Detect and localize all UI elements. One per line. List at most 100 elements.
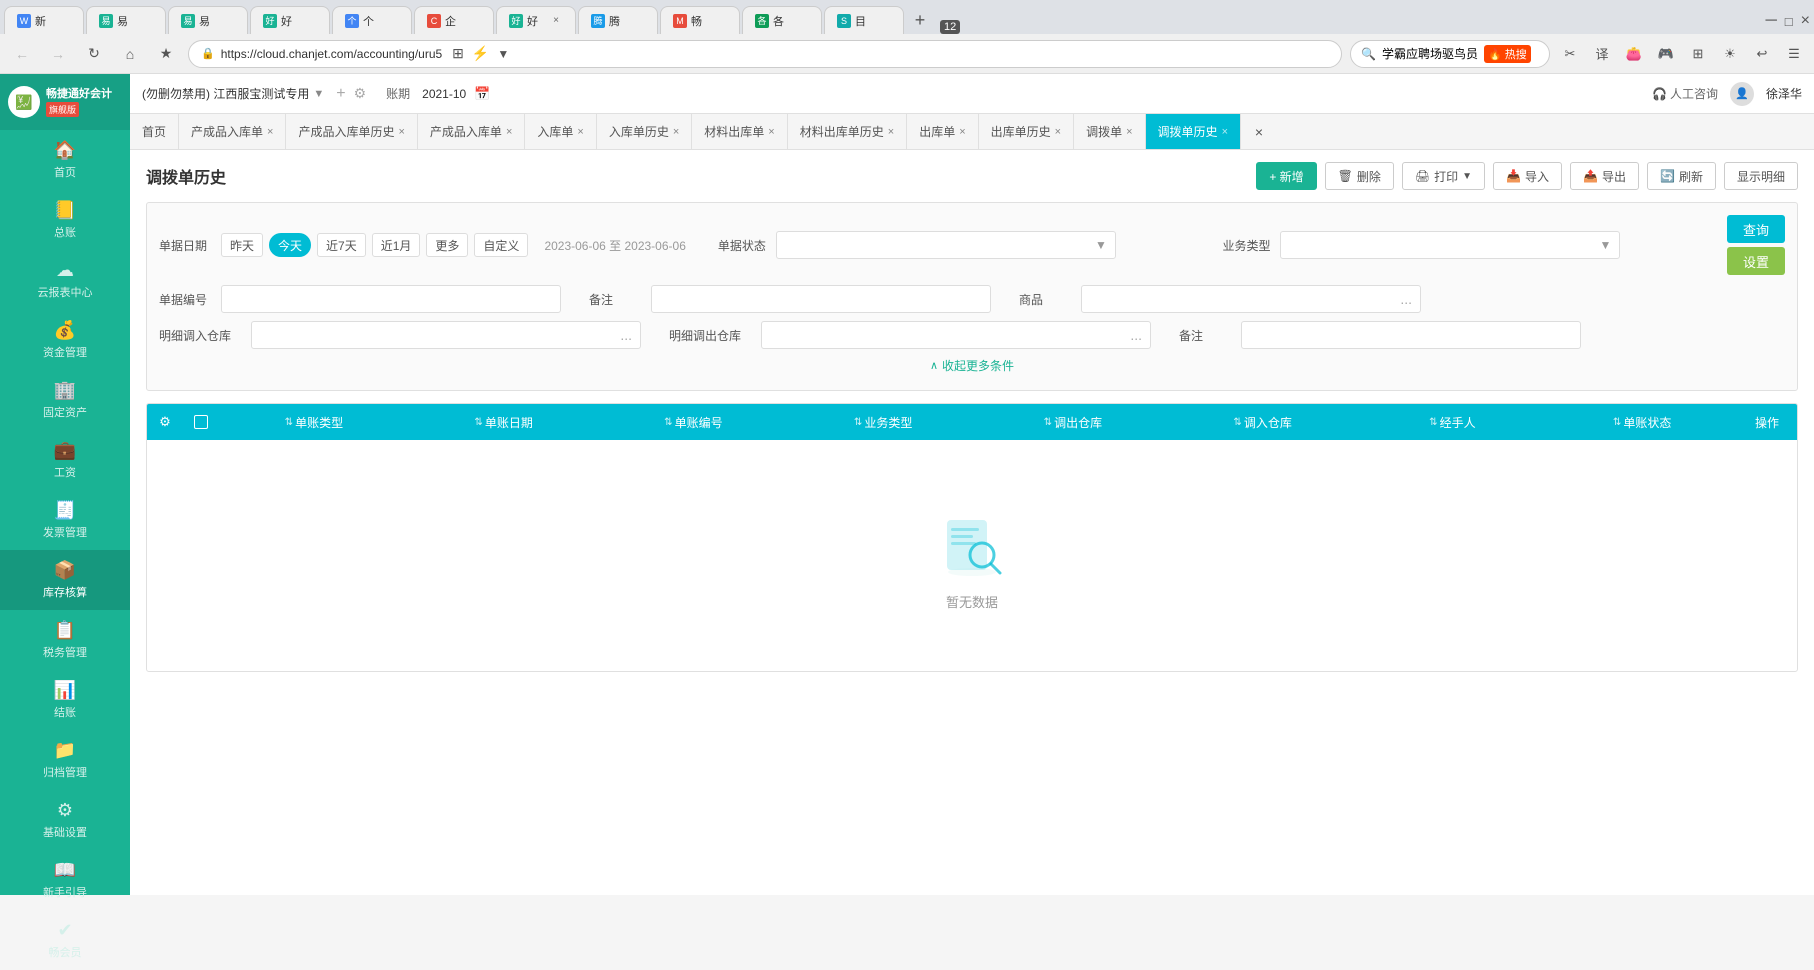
- browser-tab-9[interactable]: M 畅: [660, 6, 740, 34]
- browser-tab-4[interactable]: 好 好: [250, 6, 330, 34]
- nav-tab-home[interactable]: 首页: [130, 114, 179, 150]
- settings-gear-icon[interactable]: ⚙: [354, 85, 367, 102]
- browser-tab-7-close[interactable]: ×: [549, 14, 563, 28]
- scissors-icon[interactable]: ✂: [1558, 42, 1582, 66]
- nav-tab-material-out[interactable]: 材料出库单 ×: [692, 114, 787, 150]
- browser-tab-8[interactable]: 腾 腾: [578, 6, 658, 34]
- translate-icon[interactable]: 译: [1590, 42, 1614, 66]
- yesterday-button[interactable]: 昨天: [221, 233, 263, 257]
- detail-out-input[interactable]: ...: [761, 321, 1151, 349]
- bookmark-button[interactable]: ★: [152, 40, 180, 68]
- delete-button[interactable]: 🗑 删除: [1325, 162, 1394, 190]
- sidebar-item-archive[interactable]: 📁 归档管理: [0, 730, 130, 790]
- print-button[interactable]: 🖨 打印 ▼: [1402, 162, 1485, 190]
- business-type-select[interactable]: ▼: [1280, 231, 1620, 259]
- nav-tab-out-single-history[interactable]: 出库单历史 ×: [979, 114, 1074, 150]
- th-out-warehouse[interactable]: ⇅ 调出仓库: [978, 414, 1168, 431]
- sidebar-item-reports[interactable]: ☁ 云报表中心: [0, 250, 130, 310]
- sidebar-item-fixed-assets[interactable]: 🏢 固定资产: [0, 370, 130, 430]
- menu-icon[interactable]: ☰: [1782, 42, 1806, 66]
- browser-tab-11[interactable]: S 目: [824, 6, 904, 34]
- th-doc-status[interactable]: ⇅ 单账状态: [1547, 414, 1737, 431]
- more-button[interactable]: 更多: [426, 233, 468, 257]
- wallet-icon[interactable]: 👛: [1622, 42, 1646, 66]
- th-settings-icon[interactable]: ⚙: [147, 414, 183, 430]
- undo-icon[interactable]: ↩: [1750, 42, 1774, 66]
- add-account-button[interactable]: +: [336, 85, 345, 103]
- th-handler[interactable]: ⇅ 经手人: [1358, 414, 1548, 431]
- nav-tab-out-single[interactable]: 出库单 ×: [907, 114, 978, 150]
- nav-tab-product-in-history-close[interactable]: ×: [398, 126, 404, 138]
- detail-out-dots-icon[interactable]: ...: [1130, 327, 1142, 343]
- company-select[interactable]: (勿删勿禁用) 江西服宝测试专用 ▼: [142, 85, 324, 102]
- sidebar-item-tax[interactable]: 📋 税务管理: [0, 610, 130, 670]
- address-bar[interactable]: 🔒 https://cloud.chanjet.com/accounting/u…: [188, 40, 1342, 68]
- minimize-button[interactable]: ─: [1765, 12, 1776, 30]
- th-doc-number[interactable]: ⇅ 单账编号: [599, 414, 789, 431]
- refresh-button[interactable]: ↻: [80, 40, 108, 68]
- nav-tab-product-in-close[interactable]: ×: [267, 126, 273, 138]
- browser-tab-5[interactable]: 个 个: [332, 6, 412, 34]
- detail-in-dots-icon[interactable]: ...: [620, 327, 632, 343]
- export-button[interactable]: 📤 导出: [1570, 162, 1639, 190]
- sidebar-item-member[interactable]: ✔ 畅会员: [0, 910, 130, 970]
- service-button[interactable]: 🎧 人工咨询: [1652, 85, 1718, 102]
- nav-tab-transfer[interactable]: 调拨单 ×: [1074, 114, 1145, 150]
- setting-button[interactable]: 设置: [1727, 247, 1785, 275]
- close-button[interactable]: ×: [1801, 12, 1810, 30]
- nav-tab-transfer-history[interactable]: 调拨单历史 ×: [1146, 114, 1241, 150]
- new-tab-button[interactable]: +: [906, 6, 934, 34]
- today-button[interactable]: 今天: [269, 233, 311, 257]
- lightning-icon[interactable]: ⚡: [472, 45, 489, 61]
- calendar-icon[interactable]: 📅: [474, 86, 490, 102]
- query-button[interactable]: 查询: [1727, 215, 1785, 243]
- nav-tab-product-in2-close[interactable]: ×: [506, 126, 512, 138]
- sidebar-item-checkout[interactable]: 📊 结账: [0, 670, 130, 730]
- gamepad-icon[interactable]: 🎮: [1654, 42, 1678, 66]
- browser-tab-3[interactable]: 易 易: [168, 6, 248, 34]
- nav-tab-product-in[interactable]: 产成品入库单 ×: [179, 114, 286, 150]
- th-checkbox-all[interactable]: [183, 415, 219, 429]
- nav-tab-in-single-history[interactable]: 入库单历史 ×: [597, 114, 692, 150]
- month-button[interactable]: 近1月: [372, 233, 421, 257]
- th-doc-type[interactable]: ⇅ 单账类型: [219, 414, 409, 431]
- back-button[interactable]: ←: [8, 40, 36, 68]
- nav-tab-transfer-history-close[interactable]: ×: [1222, 126, 1228, 138]
- company-dropdown-icon[interactable]: ▼: [313, 88, 324, 100]
- sidebar-item-guide[interactable]: 📖 新手引导: [0, 850, 130, 910]
- sidebar-item-capital[interactable]: 💰 资金管理: [0, 310, 130, 370]
- sidebar-item-wages[interactable]: 💼 工资: [0, 430, 130, 490]
- import-button[interactable]: 📥 导入: [1493, 162, 1562, 190]
- nav-tab-transfer-close[interactable]: ×: [1126, 126, 1132, 138]
- goods-dots-icon[interactable]: ...: [1400, 291, 1412, 307]
- nav-tab-in-single-history-close[interactable]: ×: [673, 126, 679, 138]
- sidebar-item-settings[interactable]: ⚙ 基础设置: [0, 790, 130, 850]
- collapse-button[interactable]: ∧ 收起更多条件: [159, 353, 1785, 378]
- th-doc-date[interactable]: ⇅ 单账日期: [409, 414, 599, 431]
- nav-tab-in-single[interactable]: 入库单 ×: [525, 114, 596, 150]
- detail-in-input[interactable]: ...: [251, 321, 641, 349]
- status-select[interactable]: ▼: [776, 231, 1116, 259]
- nav-tab-product-in-history[interactable]: 产成品入库单历史 ×: [286, 114, 417, 150]
- grid-icon[interactable]: ⊞: [452, 45, 464, 61]
- user-avatar[interactable]: 👤: [1730, 82, 1754, 106]
- remark-input[interactable]: [651, 285, 991, 313]
- custom-button[interactable]: 自定义: [474, 233, 528, 257]
- browser-tab-2[interactable]: 易 易: [86, 6, 166, 34]
- print-dropdown-icon[interactable]: ▼: [1462, 171, 1472, 182]
- nav-tab-material-out-history-close[interactable]: ×: [888, 126, 894, 138]
- display-button[interactable]: 显示明细: [1724, 162, 1798, 190]
- nav-tab-product-in2[interactable]: 产成品入库单 ×: [418, 114, 525, 150]
- sidebar-item-inventory[interactable]: 📦 库存核算: [0, 550, 130, 610]
- remark2-input[interactable]: [1241, 321, 1581, 349]
- forward-button[interactable]: →: [44, 40, 72, 68]
- home-button[interactable]: ⌂: [116, 40, 144, 68]
- maximize-button[interactable]: □: [1785, 14, 1793, 29]
- sidebar-item-home[interactable]: 🏠 首页: [0, 130, 130, 190]
- week-button[interactable]: 近7天: [317, 233, 366, 257]
- close-all-tabs-button[interactable]: ×: [1245, 118, 1273, 146]
- search-box[interactable]: 🔍 学霸应聘场驱鸟员 🔥 热搜: [1350, 40, 1550, 68]
- new-button[interactable]: + 新增: [1256, 162, 1316, 190]
- refresh-action-button[interactable]: 🔄 刷新: [1647, 162, 1716, 190]
- nav-tab-out-single-history-close[interactable]: ×: [1055, 126, 1061, 138]
